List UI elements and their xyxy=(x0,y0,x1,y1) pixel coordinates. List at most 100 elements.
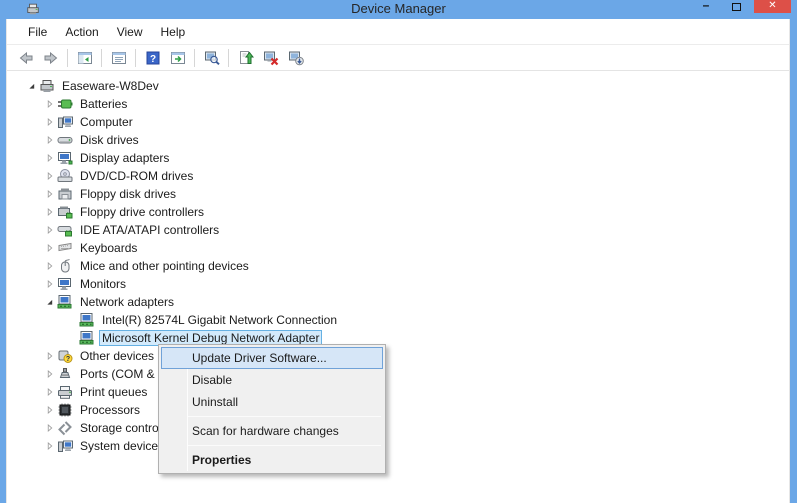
tree-item-processors[interactable]: Processors xyxy=(7,401,789,419)
expander-collapsed-icon[interactable] xyxy=(43,186,57,202)
expander-collapsed-icon[interactable] xyxy=(43,132,57,148)
expander-collapsed-icon[interactable] xyxy=(43,168,57,184)
expander-collapsed-icon[interactable] xyxy=(43,96,57,112)
expander-collapsed-icon[interactable] xyxy=(43,240,57,256)
computer-root-icon xyxy=(39,78,55,94)
menu-file[interactable]: File xyxy=(19,21,56,43)
window-title: Device Manager xyxy=(351,1,446,16)
expander-collapsed-icon[interactable] xyxy=(43,276,57,292)
tree-item-label: Network adapters xyxy=(80,295,175,309)
tree-item-computer[interactable]: Computer xyxy=(7,113,789,131)
export-list-button[interactable] xyxy=(165,47,190,69)
tree-item-floppy-disk-drives[interactable]: Floppy disk drives xyxy=(7,185,789,203)
scan-hardware-changes-button[interactable] xyxy=(283,47,308,69)
battery-icon xyxy=(57,96,73,112)
menu-action[interactable]: Action xyxy=(56,21,107,43)
dvd-drive-icon xyxy=(57,168,73,184)
tree-item-mice-and-other-pointing-devices[interactable]: Mice and other pointing devices xyxy=(7,257,789,275)
floppy-drive-icon xyxy=(58,188,72,200)
uninstall-icon xyxy=(263,51,278,65)
expander-collapsed-icon[interactable] xyxy=(43,258,57,274)
storage-controller-icon xyxy=(57,420,73,436)
help-button[interactable]: ? xyxy=(140,47,165,69)
keyboard-icon xyxy=(57,240,73,256)
show-console-tree-button[interactable] xyxy=(72,47,97,69)
svg-text:?: ? xyxy=(149,54,155,65)
tree-item-intel-r-82574l-gigabit-network-connection[interactable]: Intel(R) 82574L Gigabit Network Connecti… xyxy=(7,311,789,329)
keyboard-icon xyxy=(58,242,72,252)
tree-item-ide-ata-atapi-controllers[interactable]: IDE ATA/ATAPI controllers xyxy=(7,221,789,239)
show-console-tree-icon xyxy=(77,51,92,64)
tree-item-keyboards[interactable]: Keyboards xyxy=(7,239,789,257)
menu-bar: File Action View Help xyxy=(7,19,789,45)
expander-collapsed-icon[interactable] xyxy=(43,222,57,238)
tree-item-display-adapters[interactable]: Display adapters xyxy=(7,149,789,167)
ide-controller-icon xyxy=(57,222,73,238)
expander-collapsed-icon[interactable] xyxy=(43,366,57,382)
context-menu-item-scan-for-hardware-changes[interactable]: Scan for hardware changes xyxy=(161,420,383,442)
tree-item-label: DVD/CD-ROM drives xyxy=(80,169,194,183)
context-menu-item-update-driver-software[interactable]: Update Driver Software... xyxy=(161,347,383,369)
tree-item-storage-controllers[interactable]: Storage controllers xyxy=(7,419,789,437)
tree-item-monitors[interactable]: Monitors xyxy=(7,275,789,293)
tree-item-network-adapters[interactable]: Network adapters xyxy=(7,293,789,311)
expander-collapsed-icon[interactable] xyxy=(43,348,57,364)
toolbar-separator xyxy=(228,48,229,67)
window-border-left xyxy=(0,0,6,503)
expander-collapsed-icon[interactable] xyxy=(43,420,57,436)
expander-expanded-icon[interactable] xyxy=(25,78,39,94)
forward-icon xyxy=(44,51,57,64)
tree-item-ports-com-lpt[interactable]: Ports (COM & LPT) xyxy=(7,365,789,383)
tree-item-dvd-cd-rom-drives[interactable]: DVD/CD-ROM drives xyxy=(7,167,789,185)
tree-item-floppy-drive-controllers[interactable]: Floppy drive controllers xyxy=(7,203,789,221)
expander-collapsed-icon[interactable] xyxy=(43,384,57,400)
tree-item-other-devices[interactable]: ? Other devices xyxy=(7,347,789,365)
tree-item-batteries[interactable]: Batteries xyxy=(7,95,789,113)
context-menu-item-disable[interactable]: Disable xyxy=(161,369,383,391)
close-button[interactable]: ✕ xyxy=(754,0,791,13)
update-driver-button[interactable] xyxy=(233,47,258,69)
monitor-icon xyxy=(57,276,73,292)
network-adapter-icon xyxy=(57,295,72,309)
minimize-button[interactable]: – xyxy=(693,0,719,13)
tree-item-label: Easeware-W8Dev xyxy=(62,79,159,93)
menu-view[interactable]: View xyxy=(108,21,152,43)
battery-icon xyxy=(58,99,73,109)
forward-button[interactable] xyxy=(38,47,63,69)
update-driver-icon xyxy=(239,50,254,64)
system-device-icon xyxy=(58,440,73,452)
context-menu-item-properties[interactable]: Properties xyxy=(161,449,383,471)
tree-item-disk-drives[interactable]: Disk drives xyxy=(7,131,789,149)
processor-icon xyxy=(57,402,73,418)
tree-item-print-queues[interactable]: Print queues xyxy=(7,383,789,401)
expander-collapsed-icon[interactable] xyxy=(43,204,57,220)
mouse-icon xyxy=(57,258,73,274)
display-adapter-icon xyxy=(58,152,73,165)
expander-collapsed-icon[interactable] xyxy=(43,150,57,166)
back-button[interactable] xyxy=(13,47,38,69)
tree-item-label: System devices xyxy=(80,439,165,453)
toolbar-separator xyxy=(135,48,136,67)
network-adapter-icon xyxy=(57,294,73,310)
device-search-button[interactable] xyxy=(199,47,224,69)
tree-item-label: Floppy drive controllers xyxy=(80,205,205,219)
expander-expanded-icon[interactable] xyxy=(43,294,57,310)
maximize-button[interactable] xyxy=(723,0,749,13)
tree-item-label: Display adapters xyxy=(80,151,170,165)
port-icon xyxy=(57,366,73,382)
uninstall-button[interactable] xyxy=(258,47,283,69)
device-tree: Easeware-W8Dev Batteries Computer Disk driv… xyxy=(7,71,789,455)
menu-help[interactable]: Help xyxy=(152,21,195,43)
context-menu-item-uninstall[interactable]: Uninstall xyxy=(161,391,383,413)
tree-item-easeware-w8dev[interactable]: Easeware-W8Dev xyxy=(7,77,789,95)
tree-item-microsoft-kernel-debug-network-adapter[interactable]: Microsoft Kernel Debug Network Adapter xyxy=(7,329,789,347)
computer-root-icon xyxy=(40,80,54,92)
expander-collapsed-icon[interactable] xyxy=(43,438,57,454)
system-device-icon xyxy=(57,438,73,454)
tree-item-label: Other devices xyxy=(80,349,155,363)
tree-item-system-devices[interactable]: System devices xyxy=(7,437,789,455)
properties-button[interactable] xyxy=(106,47,131,69)
expander-collapsed-icon[interactable] xyxy=(43,402,57,418)
expander-collapsed-icon[interactable] xyxy=(43,114,57,130)
